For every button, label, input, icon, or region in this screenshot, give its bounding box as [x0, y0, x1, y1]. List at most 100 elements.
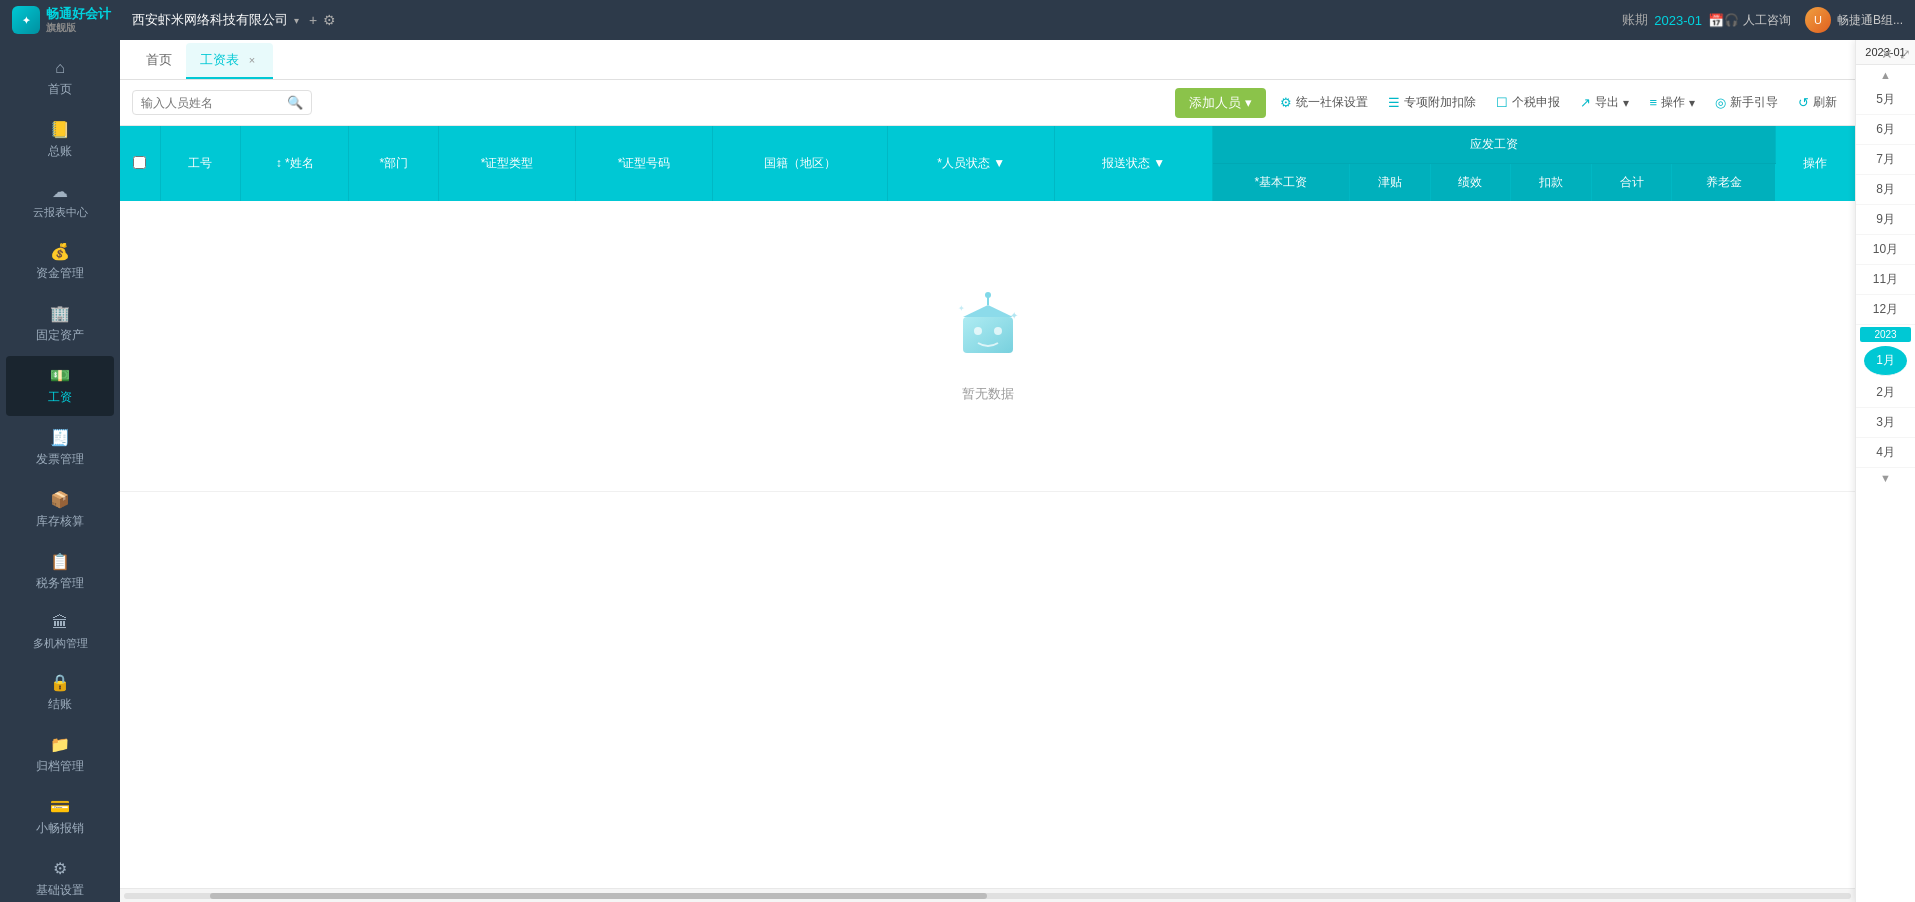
period-value[interactable]: 2023-01 — [1654, 13, 1702, 28]
th-deduction: 扣款 — [1511, 164, 1592, 202]
sidebar-item-settings[interactable]: ⚙ 基础设置 — [6, 849, 114, 902]
sidebar-item-expense[interactable]: 💳 小畅报销 — [6, 787, 114, 847]
month-item-2022-05[interactable]: 5月 — [1856, 85, 1915, 115]
th-checkbox[interactable] — [120, 126, 160, 201]
sidebar-item-tax[interactable]: 📋 税务管理 — [6, 542, 114, 602]
month-item-2022-09[interactable]: 9月 — [1856, 205, 1915, 235]
guide-label: 新手引导 — [1730, 94, 1778, 111]
sidebar-label-archive: 归档管理 — [36, 758, 84, 775]
sidebar-label-expense: 小畅报销 — [36, 820, 84, 837]
month-item-2022-07[interactable]: 7月 — [1856, 145, 1915, 175]
th-salary-group: 应发工资 — [1212, 126, 1775, 164]
add-employee-label: 添加人员 — [1189, 94, 1241, 112]
right-panel-close-icon[interactable]: ✕ — [1879, 44, 1895, 64]
sidebar-item-home[interactable]: ⌂ 首页 — [6, 49, 114, 108]
tax-report-button[interactable]: ☐ 个税申报 — [1490, 90, 1566, 115]
svg-point-3 — [994, 327, 1002, 335]
settings-icon: ⚙ — [53, 859, 67, 878]
special-deduction-button[interactable]: ☰ 专项附加扣除 — [1382, 90, 1482, 115]
sidebar-item-invoice[interactable]: 🧾 发票管理 — [6, 418, 114, 478]
svg-marker-1 — [963, 305, 1013, 317]
expense-icon: 💳 — [50, 797, 70, 816]
sidebar-label-cloud: 云报表中心 — [33, 205, 88, 220]
month-item-2023-04[interactable]: 4月 — [1856, 438, 1915, 468]
company-settings-button[interactable]: ⚙ — [323, 12, 336, 28]
th-operations: 操作 — [1775, 126, 1855, 201]
user-info[interactable]: U 畅捷通B组... — [1805, 7, 1903, 33]
home-icon: ⌂ — [55, 59, 65, 77]
export-button[interactable]: ↗ 导出 ▾ — [1574, 90, 1635, 115]
month-item-2022-11[interactable]: 11月 — [1856, 265, 1915, 295]
svg-point-2 — [974, 327, 982, 335]
sidebar-item-archive[interactable]: 📁 归档管理 — [6, 725, 114, 785]
search-input[interactable] — [141, 96, 281, 110]
sidebar-item-fund[interactable]: 💰 资金管理 — [6, 232, 114, 292]
add-company-button[interactable]: + — [309, 12, 317, 28]
tab-home[interactable]: 首页 — [132, 43, 186, 79]
svg-text:✦: ✦ — [958, 304, 965, 313]
month-item-2022-06[interactable]: 6月 — [1856, 115, 1915, 145]
sidebar-item-fixed-assets[interactable]: 🏢 固定资产 — [6, 294, 114, 354]
sidebar-item-ledger[interactable]: 📒 总账 — [6, 110, 114, 170]
add-employee-button[interactable]: 添加人员 ▾ — [1175, 88, 1266, 118]
month-item-2023-01[interactable]: 1月 — [1864, 346, 1907, 376]
th-department: *部门 — [349, 126, 439, 201]
tax-report-label: 个税申报 — [1512, 94, 1560, 111]
empty-state-icon: ✦ ✦ — [948, 289, 1028, 369]
select-all-checkbox[interactable] — [133, 156, 146, 169]
sidebar-item-closing[interactable]: 🔒 结账 — [6, 663, 114, 723]
sidebar-item-multi-org[interactable]: 🏛 多机构管理 — [6, 604, 114, 661]
social-security-button[interactable]: ⚙ 统一社保设置 — [1274, 90, 1374, 115]
bottom-scrollbar[interactable] — [120, 888, 1855, 902]
closing-icon: 🔒 — [50, 673, 70, 692]
month-item-2022-12[interactable]: 12月 — [1856, 295, 1915, 325]
right-panel-expand-icon[interactable]: ⤢ — [1897, 44, 1913, 64]
export-arrow: ▾ — [1623, 96, 1629, 110]
operate-button[interactable]: ≡ 操作 ▾ — [1643, 90, 1701, 115]
th-id-type: *证型类型 — [439, 126, 576, 201]
th-performance: 绩效 — [1430, 164, 1511, 202]
month-item-2023-03[interactable]: 3月 — [1856, 408, 1915, 438]
table-wrap: 工号 ↕ *姓名 *部门 *证型类型 *证型号码 国籍（地区） *人员状态 ▼ … — [120, 126, 1855, 888]
sidebar-label-inventory: 库存核算 — [36, 513, 84, 530]
tab-salary-close[interactable]: × — [245, 53, 259, 67]
scrollbar-thumb[interactable] — [210, 893, 987, 899]
sidebar-label-invoice: 发票管理 — [36, 451, 84, 468]
building-icon: 🏢 — [50, 304, 70, 323]
refresh-label: 刷新 — [1813, 94, 1837, 111]
sidebar-label-settings: 基础设置 — [36, 882, 84, 899]
month-nav-up[interactable]: ▲ — [1856, 65, 1915, 85]
tab-salary[interactable]: 工资表 × — [186, 43, 273, 79]
th-nationality: 国籍（地区） — [713, 126, 888, 201]
app-title: 畅通好会计 — [46, 6, 111, 22]
support-button[interactable]: 🎧 人工咨询 — [1724, 12, 1791, 29]
invoice-icon: 🧾 — [50, 428, 70, 447]
sidebar-item-cloud-report[interactable]: ☁ 云报表中心 — [6, 172, 114, 230]
th-allowance: 津贴 — [1349, 164, 1430, 202]
month-list: ▲ 5月 6月 7月 8月 9月 10月 11月 — [1856, 65, 1915, 902]
month-item-2022-08[interactable]: 8月 — [1856, 175, 1915, 205]
guide-button[interactable]: ◎ 新手引导 — [1709, 90, 1784, 115]
company-dropdown-icon[interactable]: ▾ — [294, 15, 299, 26]
fund-icon: 💰 — [50, 242, 70, 261]
th-report-status[interactable]: 报送状态 ▼ — [1055, 126, 1213, 201]
year-2023-badge: 2023 — [1860, 327, 1911, 342]
refresh-button[interactable]: ↺ 刷新 — [1792, 90, 1843, 115]
sidebar-item-salary[interactable]: 💵 工资 — [6, 356, 114, 416]
svg-rect-0 — [963, 317, 1013, 353]
sidebar-label-home: 首页 — [48, 81, 72, 98]
month-item-2022-10[interactable]: 10月 — [1856, 235, 1915, 265]
svg-point-5 — [985, 292, 991, 298]
social-security-icon: ⚙ — [1280, 95, 1292, 110]
company-selector[interactable]: 西安虾米网络科技有限公司 ▾ + ⚙ — [132, 11, 1612, 29]
th-status[interactable]: *人员状态 ▼ — [888, 126, 1055, 201]
top-right-actions: 🎧 人工咨询 U 畅捷通B组... — [1724, 7, 1903, 33]
th-name[interactable]: ↕ *姓名 — [241, 126, 349, 201]
calendar-icon[interactable]: 📅 — [1708, 13, 1724, 28]
month-nav-down[interactable]: ▼ — [1856, 468, 1915, 488]
month-item-2023-02[interactable]: 2月 — [1856, 378, 1915, 408]
guide-icon: ◎ — [1715, 95, 1726, 110]
salary-table: 工号 ↕ *姓名 *部门 *证型类型 *证型号码 国籍（地区） *人员状态 ▼ … — [120, 126, 1855, 492]
tab-salary-label: 工资表 — [200, 51, 239, 69]
sidebar-item-inventory[interactable]: 📦 库存核算 — [6, 480, 114, 540]
